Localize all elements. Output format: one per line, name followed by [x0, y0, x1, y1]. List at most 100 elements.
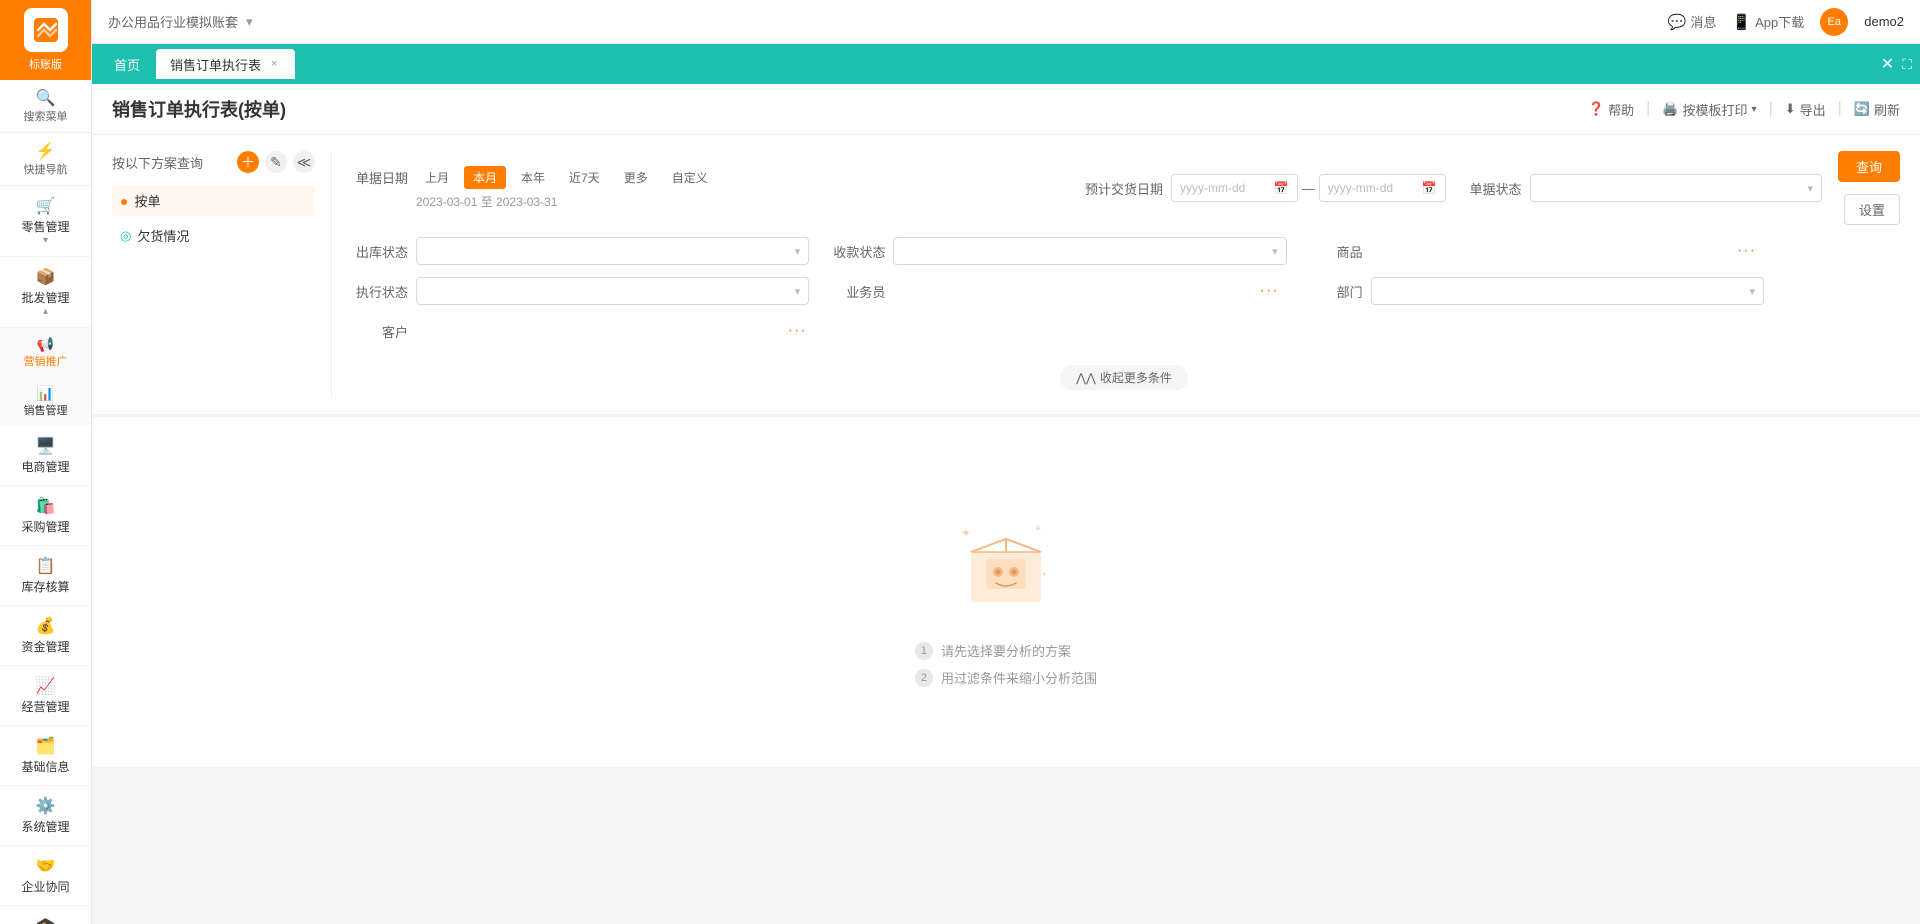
user-avatar[interactable]: Ea	[1820, 8, 1848, 36]
collapse-btn[interactable]: ⋀⋀ 收起更多条件	[1060, 365, 1188, 390]
scheme-add-btn[interactable]: ＋	[237, 151, 259, 173]
sidebar-search-item[interactable]: 🔍 搜索菜单	[0, 80, 91, 133]
sidebar-item-purchase[interactable]: 🛍️ 采购管理	[0, 486, 91, 546]
date-sep: —	[1302, 181, 1315, 196]
empty-tip-2: 2 用过滤条件来缩小分析范围	[915, 668, 1097, 687]
sidebar-item-finance[interactable]: 💰 资金管理	[0, 606, 91, 666]
forecast-date-label: 预计交货日期	[1085, 179, 1163, 198]
export-btn[interactable]: ⬇ 导出	[1785, 100, 1826, 119]
exec-status-field: 执行状态 ▾	[348, 277, 809, 305]
tab-close-btn[interactable]: ×	[267, 57, 281, 71]
sidebar-item-system[interactable]: ⚙️ 系统管理	[0, 786, 91, 846]
dept-field: 部门 ▾	[1303, 277, 1764, 305]
fullscreen-icon[interactable]: ⛶	[1902, 56, 1912, 73]
receipt-status-field: 收款状态 ▾	[825, 237, 1286, 265]
page-actions: ❓ 帮助 | 🖨️ 按模板打印 ▾ | ⬇ 导出 | 🔄 刷新	[1588, 100, 1900, 119]
customer-select[interactable]: ···	[416, 317, 815, 345]
scheme-item-按单[interactable]: ● 按单	[112, 185, 315, 216]
industry-label: 办公用品行业模拟账套	[108, 12, 238, 31]
divider1: |	[1646, 100, 1650, 118]
close-window-icon[interactable]: ✕	[1881, 54, 1894, 74]
forecast-date-end[interactable]: yyyy-mm-dd 📅	[1319, 174, 1446, 202]
search-label: 搜索菜单	[24, 111, 68, 123]
date-quick-this-year[interactable]: 本年	[512, 166, 554, 189]
date-quick-custom[interactable]: 自定义	[663, 166, 717, 189]
message-icon: 💬	[1668, 13, 1687, 31]
user-name[interactable]: demo2	[1864, 14, 1904, 29]
scheme-edit-btn[interactable]: ✎	[265, 151, 287, 173]
quicknav-icon: ⚡	[6, 141, 85, 161]
dept-label: 部门	[1303, 282, 1363, 301]
sidebar-item-ecom[interactable]: 🖥️ 电商管理	[0, 426, 91, 486]
bill-status-arrow: ▾	[1807, 182, 1813, 195]
sidebar-item-inventory[interactable]: 📋 库存核算	[0, 546, 91, 606]
bill-date-label: 单据日期	[348, 168, 408, 187]
receipt-status-select[interactable]: ▾	[893, 237, 1286, 265]
date-quick-more[interactable]: 更多	[615, 166, 657, 189]
message-btn[interactable]: 💬 消息	[1668, 12, 1717, 31]
ship-status-label: 出库状态	[348, 242, 408, 261]
purchase-icon: 🛍️	[36, 496, 56, 516]
goods-more-icon[interactable]: ···	[1737, 242, 1756, 260]
retail-icon: 🛒	[36, 196, 56, 216]
sidebar-item-operations[interactable]: 📈 经营管理	[0, 666, 91, 726]
marketing-icon: 📢	[37, 336, 54, 353]
sidebar: 标账版 🔍 搜索菜单 ⚡ 快捷导航 🛒 零售管理 ▾ 📦 批发管理 ▴ 📢 营销…	[0, 0, 92, 924]
tip-num-1: 1	[915, 642, 933, 660]
tab-active[interactable]: 销售订单执行表 ×	[156, 49, 295, 79]
goods-select[interactable]: ···	[1371, 237, 1764, 265]
app-download-btn[interactable]: 📱 App下载	[1732, 12, 1804, 31]
retail-arrow: ▾	[43, 235, 48, 246]
sidebar-item-wholesale[interactable]: 📦 批发管理 ▴	[0, 257, 91, 328]
empty-tips: 1 请先选择要分析的方案 2 用过滤条件来缩小分析范围	[915, 641, 1097, 687]
forecast-date-start[interactable]: yyyy-mm-dd 📅	[1171, 174, 1298, 202]
filter-scheme-section: 按以下方案查询 ＋ ✎ ≪ ● 按单 ◎ 欠货情况	[112, 151, 332, 398]
print-btn[interactable]: 🖨️ 按模板打印 ▾	[1662, 100, 1756, 119]
salesperson-more-icon[interactable]: ···	[1260, 282, 1279, 300]
sidebar-item-corp[interactable]: 🤝 企业协同	[0, 846, 91, 906]
sidebar-submenu-item-marketing[interactable]: 📢 营销推广	[0, 328, 91, 377]
query-button[interactable]: 查询	[1838, 151, 1900, 182]
scheme-name-按单: 按单	[134, 191, 160, 210]
sidebar-item-newbie[interactable]: 🎓 新手引导	[0, 906, 91, 924]
customer-more-icon[interactable]: ···	[788, 322, 807, 340]
goods-field: 商品 ···	[1303, 237, 1764, 265]
exec-status-select[interactable]: ▾	[416, 277, 809, 305]
scheme-item-欠货情况[interactable]: ◎ 欠货情况	[112, 220, 315, 251]
scheme-collapse-btn[interactable]: ≪	[293, 151, 315, 173]
ship-status-select[interactable]: ▾	[416, 237, 809, 265]
customer-field: 客户 ···	[348, 317, 815, 345]
sidebar-logo[interactable]: 标账版	[0, 0, 91, 80]
empty-state: ✦ ✦ ✦ 1 请先选择要分析的方案 2 用过滤条件来缩小分析范围	[92, 417, 1920, 767]
svg-text:✦: ✦	[961, 526, 971, 540]
filter-scheme-header: 按以下方案查询 ＋ ✎ ≪	[112, 151, 315, 173]
date-quick-7days[interactable]: 近7天	[560, 166, 609, 189]
date-quick-this-month[interactable]: 本月	[464, 166, 506, 189]
wholesale-arrow: ▴	[43, 306, 48, 317]
sidebar-item-retail[interactable]: 🛒 零售管理 ▾	[0, 186, 91, 257]
industry-dropdown-icon[interactable]: ▾	[246, 14, 253, 30]
bill-status-select[interactable]: ▾	[1530, 174, 1823, 202]
tab-home[interactable]: 首页	[100, 49, 154, 79]
dept-select[interactable]: ▾	[1371, 277, 1764, 305]
basics-icon: 🗂️	[36, 736, 56, 756]
salesperson-label: 业务员	[825, 282, 885, 301]
sidebar-quicknav-item[interactable]: ⚡ 快捷导航	[0, 133, 91, 186]
tab-bar: 首页 销售订单执行表 × ✕ ⛶	[92, 44, 1920, 84]
sidebar-submenu-item-sales[interactable]: 📊 销售管理	[0, 377, 91, 426]
salesperson-field: 业务员 ···	[825, 277, 1286, 305]
refresh-btn[interactable]: 🔄 刷新	[1854, 100, 1900, 119]
tab-bar-right: ✕ ⛶	[1881, 54, 1912, 74]
collapse-bar[interactable]: ⋀⋀ 收起更多条件	[348, 357, 1900, 398]
top-header-right: 💬 消息 📱 App下载 Ea demo2	[1668, 8, 1904, 36]
salesperson-select[interactable]: ···	[893, 277, 1286, 305]
sidebar-item-basics[interactable]: 🗂️ 基础信息	[0, 726, 91, 786]
exec-status-label: 执行状态	[348, 282, 408, 301]
bill-status-label: 单据状态	[1462, 179, 1522, 198]
date-quick-last-month[interactable]: 上月	[416, 166, 458, 189]
date-end-placeholder: yyyy-mm-dd	[1328, 181, 1393, 195]
search-icon: 🔍	[6, 88, 85, 108]
settings-button[interactable]: 设置	[1844, 194, 1900, 225]
wholesale-icon: 📦	[36, 267, 56, 287]
help-btn[interactable]: ❓ 帮助	[1588, 100, 1634, 119]
